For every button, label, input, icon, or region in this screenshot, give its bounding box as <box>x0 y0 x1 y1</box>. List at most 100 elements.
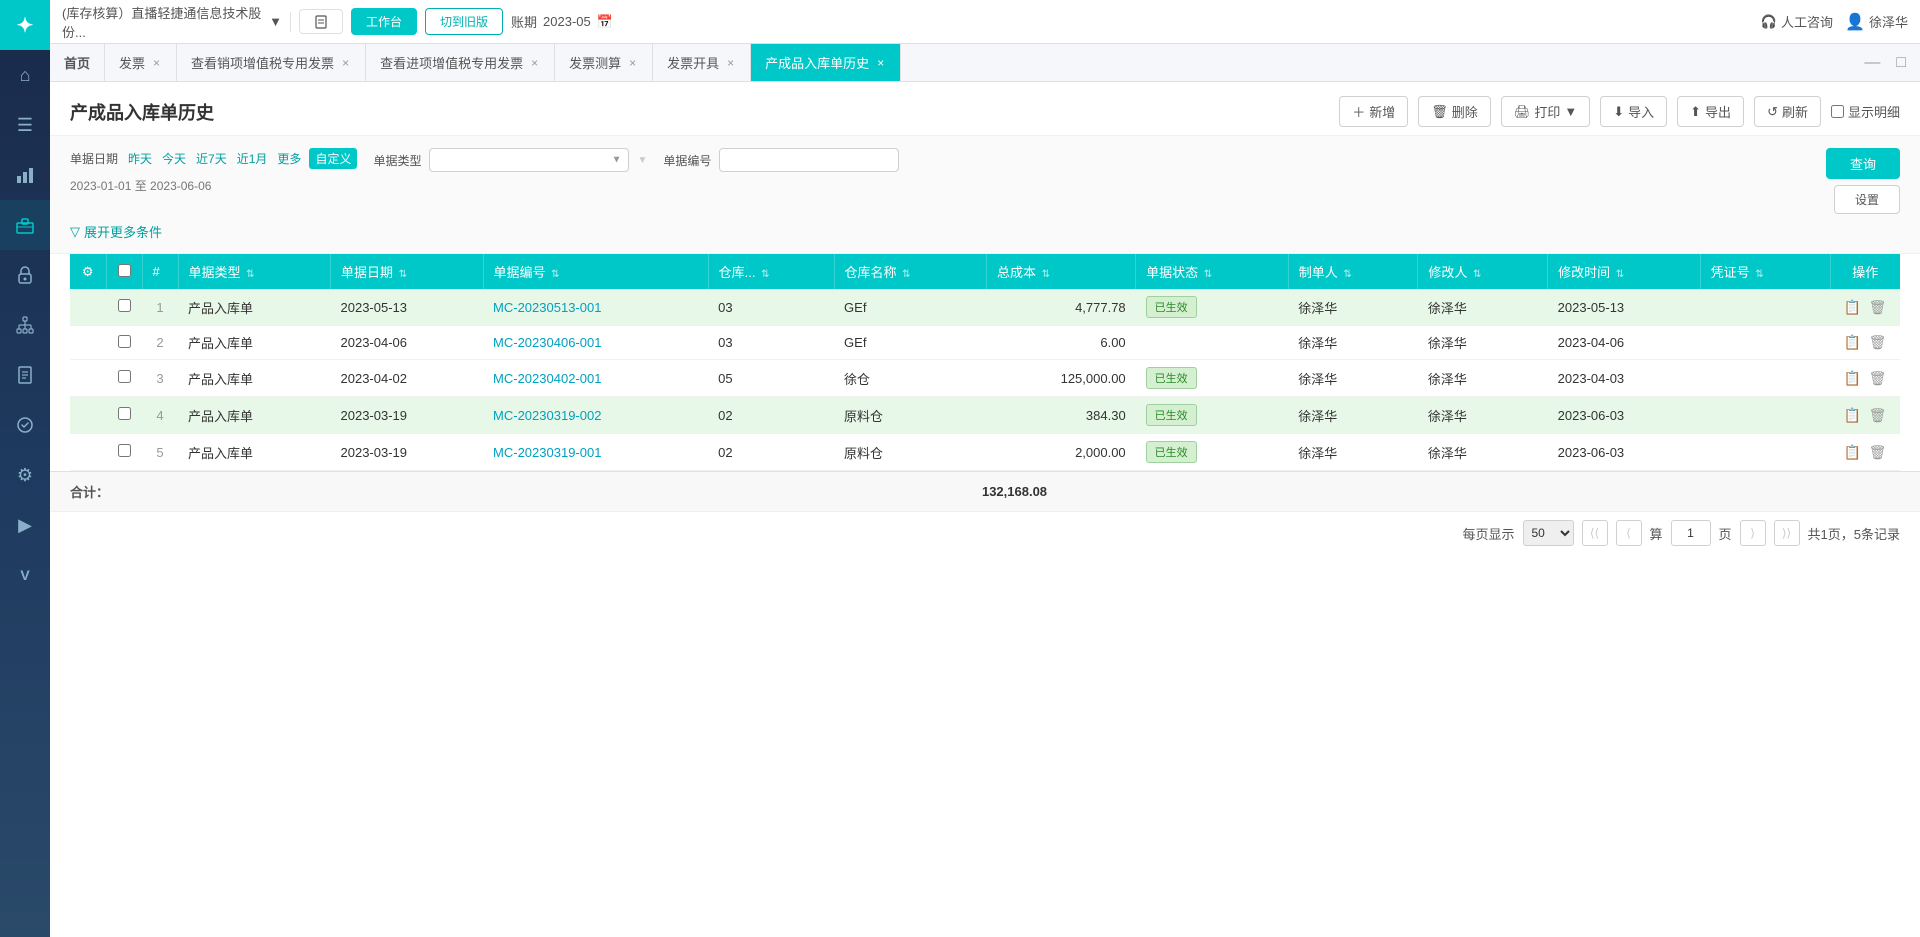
sidebar-item-version[interactable]: V <box>0 550 50 600</box>
sidebar-item-video[interactable]: ▶ <box>0 500 50 550</box>
shortcut-more[interactable]: 更多 <box>275 150 303 167</box>
prev-page-button[interactable]: ⟨ <box>1616 520 1642 546</box>
col-number-header[interactable]: 单据编号 ⇅ <box>483 254 708 289</box>
first-page-button[interactable]: ⟨⟨ <box>1582 520 1608 546</box>
last-page-button[interactable]: ⟩⟩ <box>1774 520 1800 546</box>
row-checkbox-cell[interactable] <box>106 326 142 360</box>
next-page-button[interactable]: ⟩ <box>1740 520 1766 546</box>
print-button[interactable]: 🖨 打印 ▼ <box>1501 96 1590 127</box>
per-page-select[interactable]: 20 50 100 <box>1523 520 1574 546</box>
row-edit-icon[interactable]: 📋 <box>1844 407 1861 423</box>
refresh-button[interactable]: ↺ 刷新 <box>1754 96 1821 127</box>
tab-check-sales-vat[interactable]: 查看销项增值税专用发票 × <box>177 44 366 82</box>
row-number[interactable]: MC-20230513-001 <box>483 289 708 326</box>
row-checkbox[interactable] <box>118 370 131 383</box>
tab-check-sales-vat-close[interactable]: × <box>340 56 351 70</box>
show-details-checkbox[interactable] <box>1831 105 1844 118</box>
tab-home[interactable]: 首页 <box>50 44 105 82</box>
row-edit-icon[interactable]: 📋 <box>1844 444 1861 460</box>
tab-minimize-button[interactable]: — <box>1860 54 1884 72</box>
switch-version-button[interactable]: 切到旧版 <box>425 8 503 35</box>
calendar-icon[interactable]: 📅 <box>597 14 613 30</box>
filter-settings-button[interactable]: 设置 <box>1834 185 1900 214</box>
row-edit-icon[interactable]: 📋 <box>1844 299 1861 315</box>
tab-product-history-close[interactable]: × <box>875 56 886 70</box>
row-checkbox[interactable] <box>118 299 131 312</box>
sidebar-item-task[interactable] <box>0 400 50 450</box>
row-delete-icon[interactable]: 🗑 <box>1869 370 1887 386</box>
col-warehouse-name-header[interactable]: 仓库名称 ⇅ <box>834 254 987 289</box>
sidebar-item-lock[interactable] <box>0 250 50 300</box>
query-button[interactable]: 查询 <box>1826 148 1900 179</box>
import-button[interactable]: ⬇ 导入 <box>1600 96 1667 127</box>
row-edit-icon[interactable]: 📋 <box>1844 370 1861 386</box>
shortcut-yesterday[interactable]: 昨天 <box>126 150 154 167</box>
row-checkbox[interactable] <box>118 407 131 420</box>
shortcut-1month[interactable]: 近1月 <box>235 150 270 167</box>
user-menu[interactable]: 👤 徐泽华 <box>1845 12 1908 32</box>
date-range-display[interactable]: 2023-01-01 至 2023-06-06 <box>70 177 357 194</box>
row-delete-icon[interactable]: 🗑 <box>1869 334 1887 350</box>
shortcut-custom[interactable]: 自定义 <box>309 148 357 169</box>
tab-invoice-close[interactable]: × <box>151 56 162 70</box>
row-checkbox-cell[interactable] <box>106 360 142 397</box>
sidebar-item-ledger[interactable] <box>0 350 50 400</box>
tab-check-purchase-vat-close[interactable]: × <box>529 56 540 70</box>
workbench-button[interactable]: 工作台 <box>351 8 417 35</box>
col-creator-header[interactable]: 制单人 ⇅ <box>1288 254 1418 289</box>
type-select[interactable]: 产品入库单 <box>429 148 629 172</box>
col-modify-time-header[interactable]: 修改时间 ⇅ <box>1548 254 1701 289</box>
row-checkbox[interactable] <box>118 335 131 348</box>
show-details-checkbox-label[interactable]: 显示明细 <box>1831 102 1900 121</box>
tab-invoice[interactable]: 发票 × <box>105 44 177 82</box>
row-delete-icon[interactable]: 🗑 <box>1869 299 1887 315</box>
row-number[interactable]: MC-20230319-002 <box>483 397 708 434</box>
sidebar-item-org[interactable] <box>0 300 50 350</box>
doc-template-button[interactable] <box>299 9 343 34</box>
sidebar-item-settings[interactable]: ⚙ <box>0 450 50 500</box>
tab-check-purchase-vat[interactable]: 查看进项增值税专用发票 × <box>366 44 555 82</box>
row-number-link[interactable]: MC-20230402-001 <box>493 371 601 386</box>
tab-invoice-calc-close[interactable]: × <box>627 56 638 70</box>
col-voucher-header[interactable]: 凭证号 ⇅ <box>1700 254 1830 289</box>
select-all-checkbox[interactable] <box>118 264 131 277</box>
new-button[interactable]: ＋ 新增 <box>1339 96 1408 127</box>
row-number-link[interactable]: MC-20230319-001 <box>493 445 601 460</box>
col-warehouse-code-header[interactable]: 仓库... ⇅ <box>708 254 834 289</box>
number-input[interactable] <box>719 148 899 172</box>
tab-maximize-button[interactable]: □ <box>1892 54 1910 72</box>
col-type-header[interactable]: 单据类型 ⇅ <box>178 254 331 289</box>
row-number[interactable]: MC-20230406-001 <box>483 326 708 360</box>
sidebar-item-home[interactable]: ⌂ <box>0 50 50 100</box>
settings-column-icon[interactable]: ⚙ <box>82 264 94 279</box>
tab-invoice-open[interactable]: 发票开具 × <box>653 44 751 82</box>
row-number[interactable]: MC-20230319-001 <box>483 434 708 471</box>
row-edit-icon[interactable]: 📋 <box>1844 334 1861 350</box>
row-checkbox-cell[interactable] <box>106 289 142 326</box>
shortcut-today[interactable]: 今天 <box>160 150 188 167</box>
sidebar-item-chart[interactable] <box>0 150 50 200</box>
row-checkbox-cell[interactable] <box>106 397 142 434</box>
help-button[interactable]: 🎧 人工咨询 <box>1761 12 1833 31</box>
row-delete-icon[interactable]: 🗑 <box>1869 444 1887 460</box>
col-modifier-header[interactable]: 修改人 ⇅ <box>1418 254 1548 289</box>
col-total-cost-header[interactable]: 总成本 ⇅ <box>987 254 1136 289</box>
sidebar-item-inventory[interactable] <box>0 200 50 250</box>
col-settings[interactable]: ⚙ <box>70 254 106 289</box>
row-checkbox[interactable] <box>118 444 131 457</box>
expand-conditions-button[interactable]: ▽ 展开更多条件 <box>70 222 1900 241</box>
sidebar-item-doc[interactable]: ☰ <box>0 100 50 150</box>
row-number[interactable]: MC-20230402-001 <box>483 360 708 397</box>
tab-invoice-calc[interactable]: 发票测算 × <box>555 44 653 82</box>
company-selector[interactable]: (库存核算）直播轻捷通信息技术股份... ▼ <box>62 3 282 41</box>
tab-invoice-open-close[interactable]: × <box>725 56 736 70</box>
row-delete-icon[interactable]: 🗑 <box>1869 407 1887 423</box>
page-number-input[interactable] <box>1671 520 1711 546</box>
shortcut-7days[interactable]: 近7天 <box>194 150 229 167</box>
tab-product-history[interactable]: 产成品入库单历史 × <box>751 44 901 82</box>
delete-button[interactable]: 🗑 删除 <box>1418 96 1491 127</box>
col-status-header[interactable]: 单据状态 ⇅ <box>1136 254 1289 289</box>
col-checkbox-all[interactable] <box>106 254 142 289</box>
row-number-link[interactable]: MC-20230319-002 <box>493 408 601 423</box>
col-date-header[interactable]: 单据日期 ⇅ <box>331 254 484 289</box>
